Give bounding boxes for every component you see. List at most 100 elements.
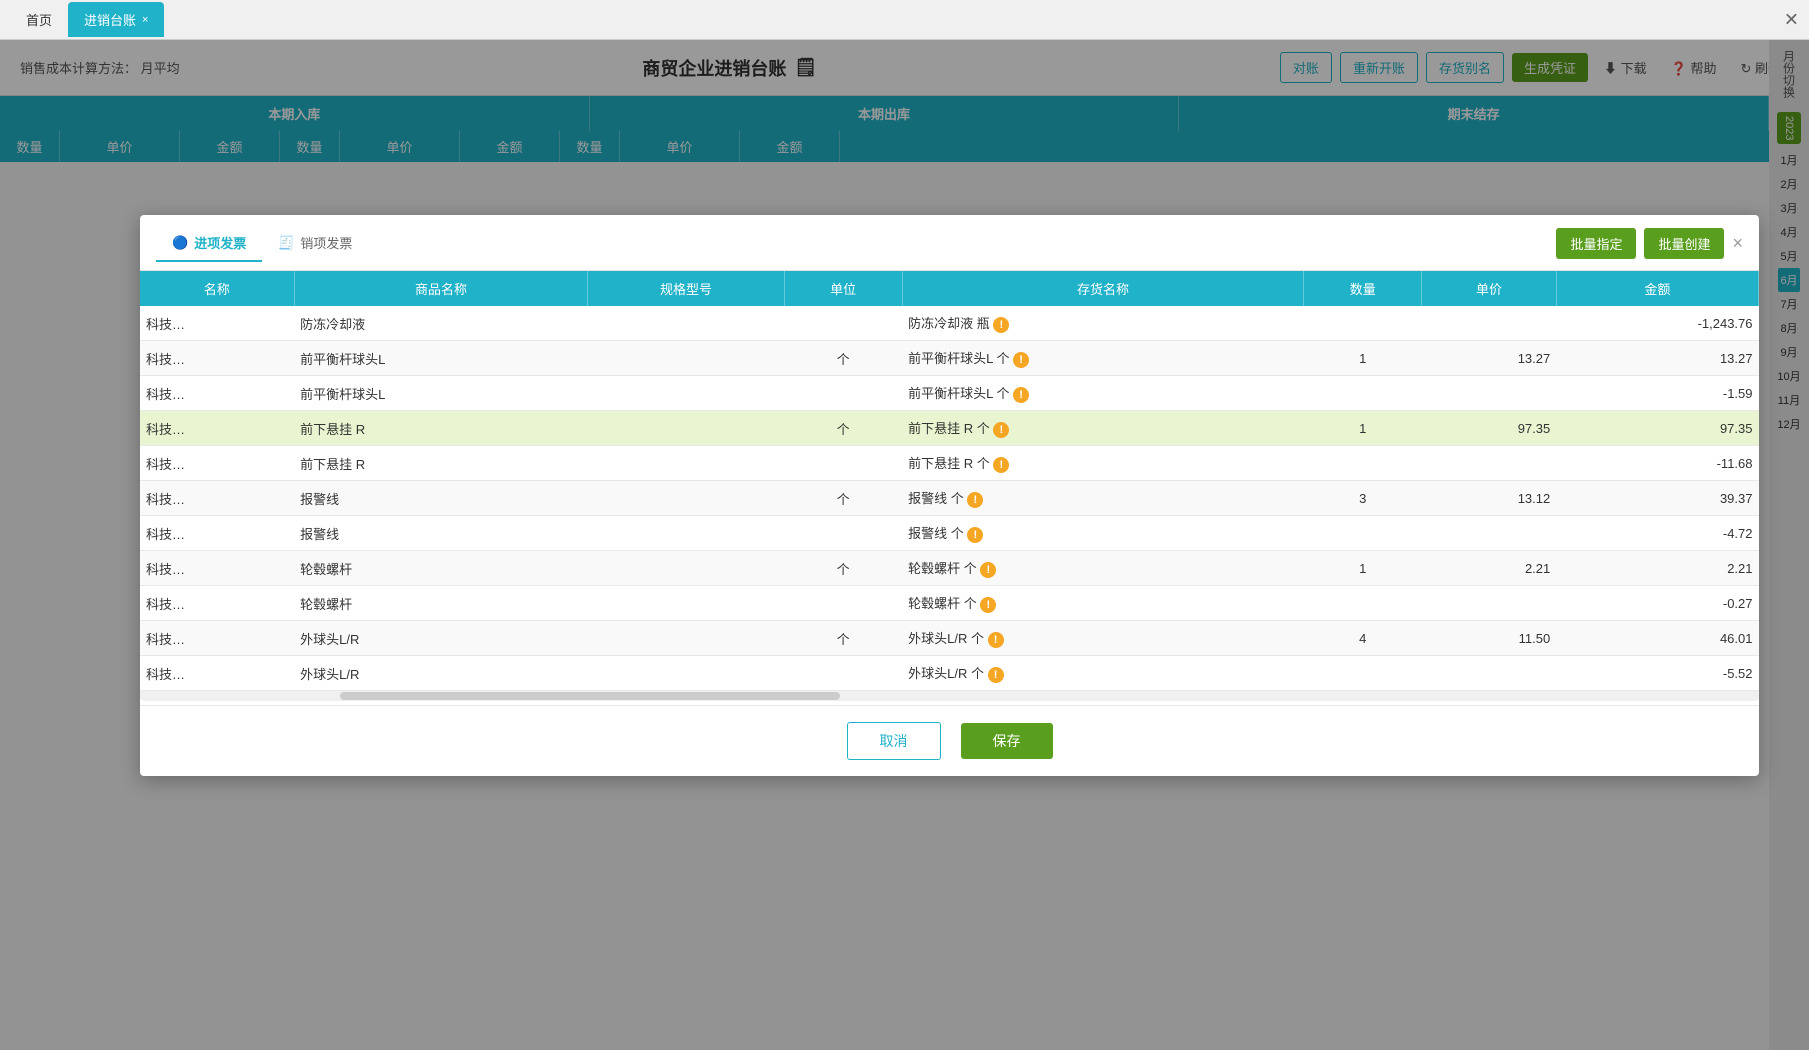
cell-name: 科技…	[140, 481, 294, 516]
cell-inventory: 报警线 个 !	[902, 516, 1304, 551]
cell-name: 科技…	[140, 656, 294, 691]
modal-dialog: 🔵 进项发票 🧾 销项发票 批量指定 批量创建 × 名称	[140, 215, 1759, 776]
modal-header-actions: 批量指定 批量创建 ×	[1556, 228, 1743, 259]
cell-spec	[588, 411, 784, 446]
table-row: 科技… 前下悬挂 R 个 前下悬挂 R 个 ! 1 97.35 97.35	[140, 411, 1759, 446]
warn-icon: !	[988, 632, 1004, 648]
cell-name: 科技…	[140, 586, 294, 621]
warn-icon: !	[1013, 352, 1029, 368]
tab-current-label: 进销台账	[84, 10, 136, 29]
cell-name: 科技…	[140, 341, 294, 376]
cell-spec	[588, 656, 784, 691]
warn-icon: !	[988, 667, 1004, 683]
cell-inventory: 前平衡杆球头L 个 !	[902, 376, 1304, 411]
window-close-button[interactable]: ✕	[1784, 9, 1799, 30]
cell-unit-price	[1422, 376, 1557, 411]
cell-unit	[784, 586, 902, 621]
cell-amount: 46.01	[1556, 621, 1758, 656]
cell-unit-price: 13.27	[1422, 341, 1557, 376]
tab-home-label: 首页	[26, 13, 52, 28]
cell-qty	[1304, 586, 1422, 621]
th-name: 名称	[140, 271, 294, 306]
tab-outgoing-invoice[interactable]: 🧾 销项发票	[262, 225, 368, 262]
tab-incoming-label: 进项发票	[194, 233, 246, 252]
cell-spec	[588, 306, 784, 341]
cell-inventory: 轮毂螺杆 个 !	[902, 551, 1304, 586]
cell-product: 前平衡杆球头L	[294, 376, 588, 411]
cell-spec	[588, 586, 784, 621]
cell-product: 外球头L/R	[294, 621, 588, 656]
cell-inventory: 防冻冷却液 瓶 !	[902, 306, 1304, 341]
cell-amount: -11.68	[1556, 446, 1758, 481]
cell-unit: 个	[784, 621, 902, 656]
cell-product: 报警线	[294, 481, 588, 516]
cell-unit-price	[1422, 306, 1557, 341]
table-row: 科技… 报警线 报警线 个 ! -4.72	[140, 516, 1759, 551]
cell-unit: 个	[784, 341, 902, 376]
tab-home[interactable]: 首页	[10, 2, 68, 37]
table-row: 科技… 报警线 个 报警线 个 ! 3 13.12 39.37	[140, 481, 1759, 516]
save-button[interactable]: 保存	[961, 723, 1053, 759]
cell-amount: -0.27	[1556, 586, 1758, 621]
table-header-row: 名称 商品名称 规格型号 单位 存货名称 数量 单价 金额	[140, 271, 1759, 306]
batch-assign-button[interactable]: 批量指定	[1556, 228, 1636, 259]
modal-footer: 取消 保存	[140, 705, 1759, 776]
modal-table-container[interactable]: 名称 商品名称 规格型号 单位 存货名称 数量 单价 金额 科技… 防冻冷却液 …	[140, 271, 1759, 691]
cell-inventory: 轮毂螺杆 个 !	[902, 586, 1304, 621]
cell-product: 防冻冷却液	[294, 306, 588, 341]
modal-close-button[interactable]: ×	[1732, 233, 1743, 254]
tab-bar: 首页 进销台账 × ✕	[0, 0, 1809, 40]
table-row: 科技… 前平衡杆球头L 个 前平衡杆球头L 个 ! 1 13.27 13.27	[140, 341, 1759, 376]
cell-spec	[588, 481, 784, 516]
cell-unit	[784, 376, 902, 411]
warn-icon: !	[980, 597, 996, 613]
cell-inventory: 前下悬挂 R 个 !	[902, 411, 1304, 446]
cell-unit: 个	[784, 411, 902, 446]
th-spec: 规格型号	[588, 271, 784, 306]
cell-unit-price: 11.50	[1422, 621, 1557, 656]
th-amount: 金额	[1556, 271, 1758, 306]
main-area: 销售成本计算方法： 月平均 商贸企业进销台账 🗒 对账 重新开账 存货别名 生成…	[0, 40, 1809, 1050]
cell-unit-price	[1422, 656, 1557, 691]
cell-name: 科技…	[140, 446, 294, 481]
modal-header: 🔵 进项发票 🧾 销项发票 批量指定 批量创建 ×	[140, 215, 1759, 262]
modal-horizontal-scrollbar[interactable]	[140, 691, 1759, 701]
cell-amount: 97.35	[1556, 411, 1758, 446]
th-unit-price: 单价	[1422, 271, 1557, 306]
cell-product: 外球头L/R	[294, 656, 588, 691]
cell-amount: -4.72	[1556, 516, 1758, 551]
cell-amount: -1,243.76	[1556, 306, 1758, 341]
th-product: 商品名称	[294, 271, 588, 306]
cell-product: 前下悬挂 R	[294, 411, 588, 446]
cell-unit-price: 97.35	[1422, 411, 1557, 446]
cell-qty	[1304, 516, 1422, 551]
th-unit: 单位	[784, 271, 902, 306]
cell-spec	[588, 376, 784, 411]
cell-name: 科技…	[140, 411, 294, 446]
cell-spec	[588, 341, 784, 376]
tab-close-icon[interactable]: ×	[142, 14, 148, 26]
warn-icon: !	[993, 457, 1009, 473]
cancel-button[interactable]: 取消	[847, 722, 941, 760]
tab-current[interactable]: 进销台账 ×	[68, 2, 164, 37]
cell-inventory: 前平衡杆球头L 个 !	[902, 341, 1304, 376]
cell-unit	[784, 306, 902, 341]
cell-name: 科技…	[140, 306, 294, 341]
batch-create-button[interactable]: 批量创建	[1644, 228, 1724, 259]
cell-unit	[784, 516, 902, 551]
cell-name: 科技…	[140, 516, 294, 551]
cell-product: 轮毂螺杆	[294, 551, 588, 586]
cell-name: 科技…	[140, 376, 294, 411]
table-row: 科技… 外球头L/R 个 外球头L/R 个 ! 4 11.50 46.01	[140, 621, 1759, 656]
table-row: 科技… 前平衡杆球头L 前平衡杆球头L 个 ! -1.59	[140, 376, 1759, 411]
cell-product: 前平衡杆球头L	[294, 341, 588, 376]
table-row: 科技… 防冻冷却液 防冻冷却液 瓶 ! -1,243.76	[140, 306, 1759, 341]
warn-icon: !	[967, 492, 983, 508]
cell-unit-price	[1422, 446, 1557, 481]
cell-unit-price: 13.12	[1422, 481, 1557, 516]
tab-incoming-invoice[interactable]: 🔵 进项发票	[156, 225, 262, 262]
th-qty: 数量	[1304, 271, 1422, 306]
warn-icon: !	[993, 317, 1009, 333]
cell-unit: 个	[784, 551, 902, 586]
cell-qty: 4	[1304, 621, 1422, 656]
